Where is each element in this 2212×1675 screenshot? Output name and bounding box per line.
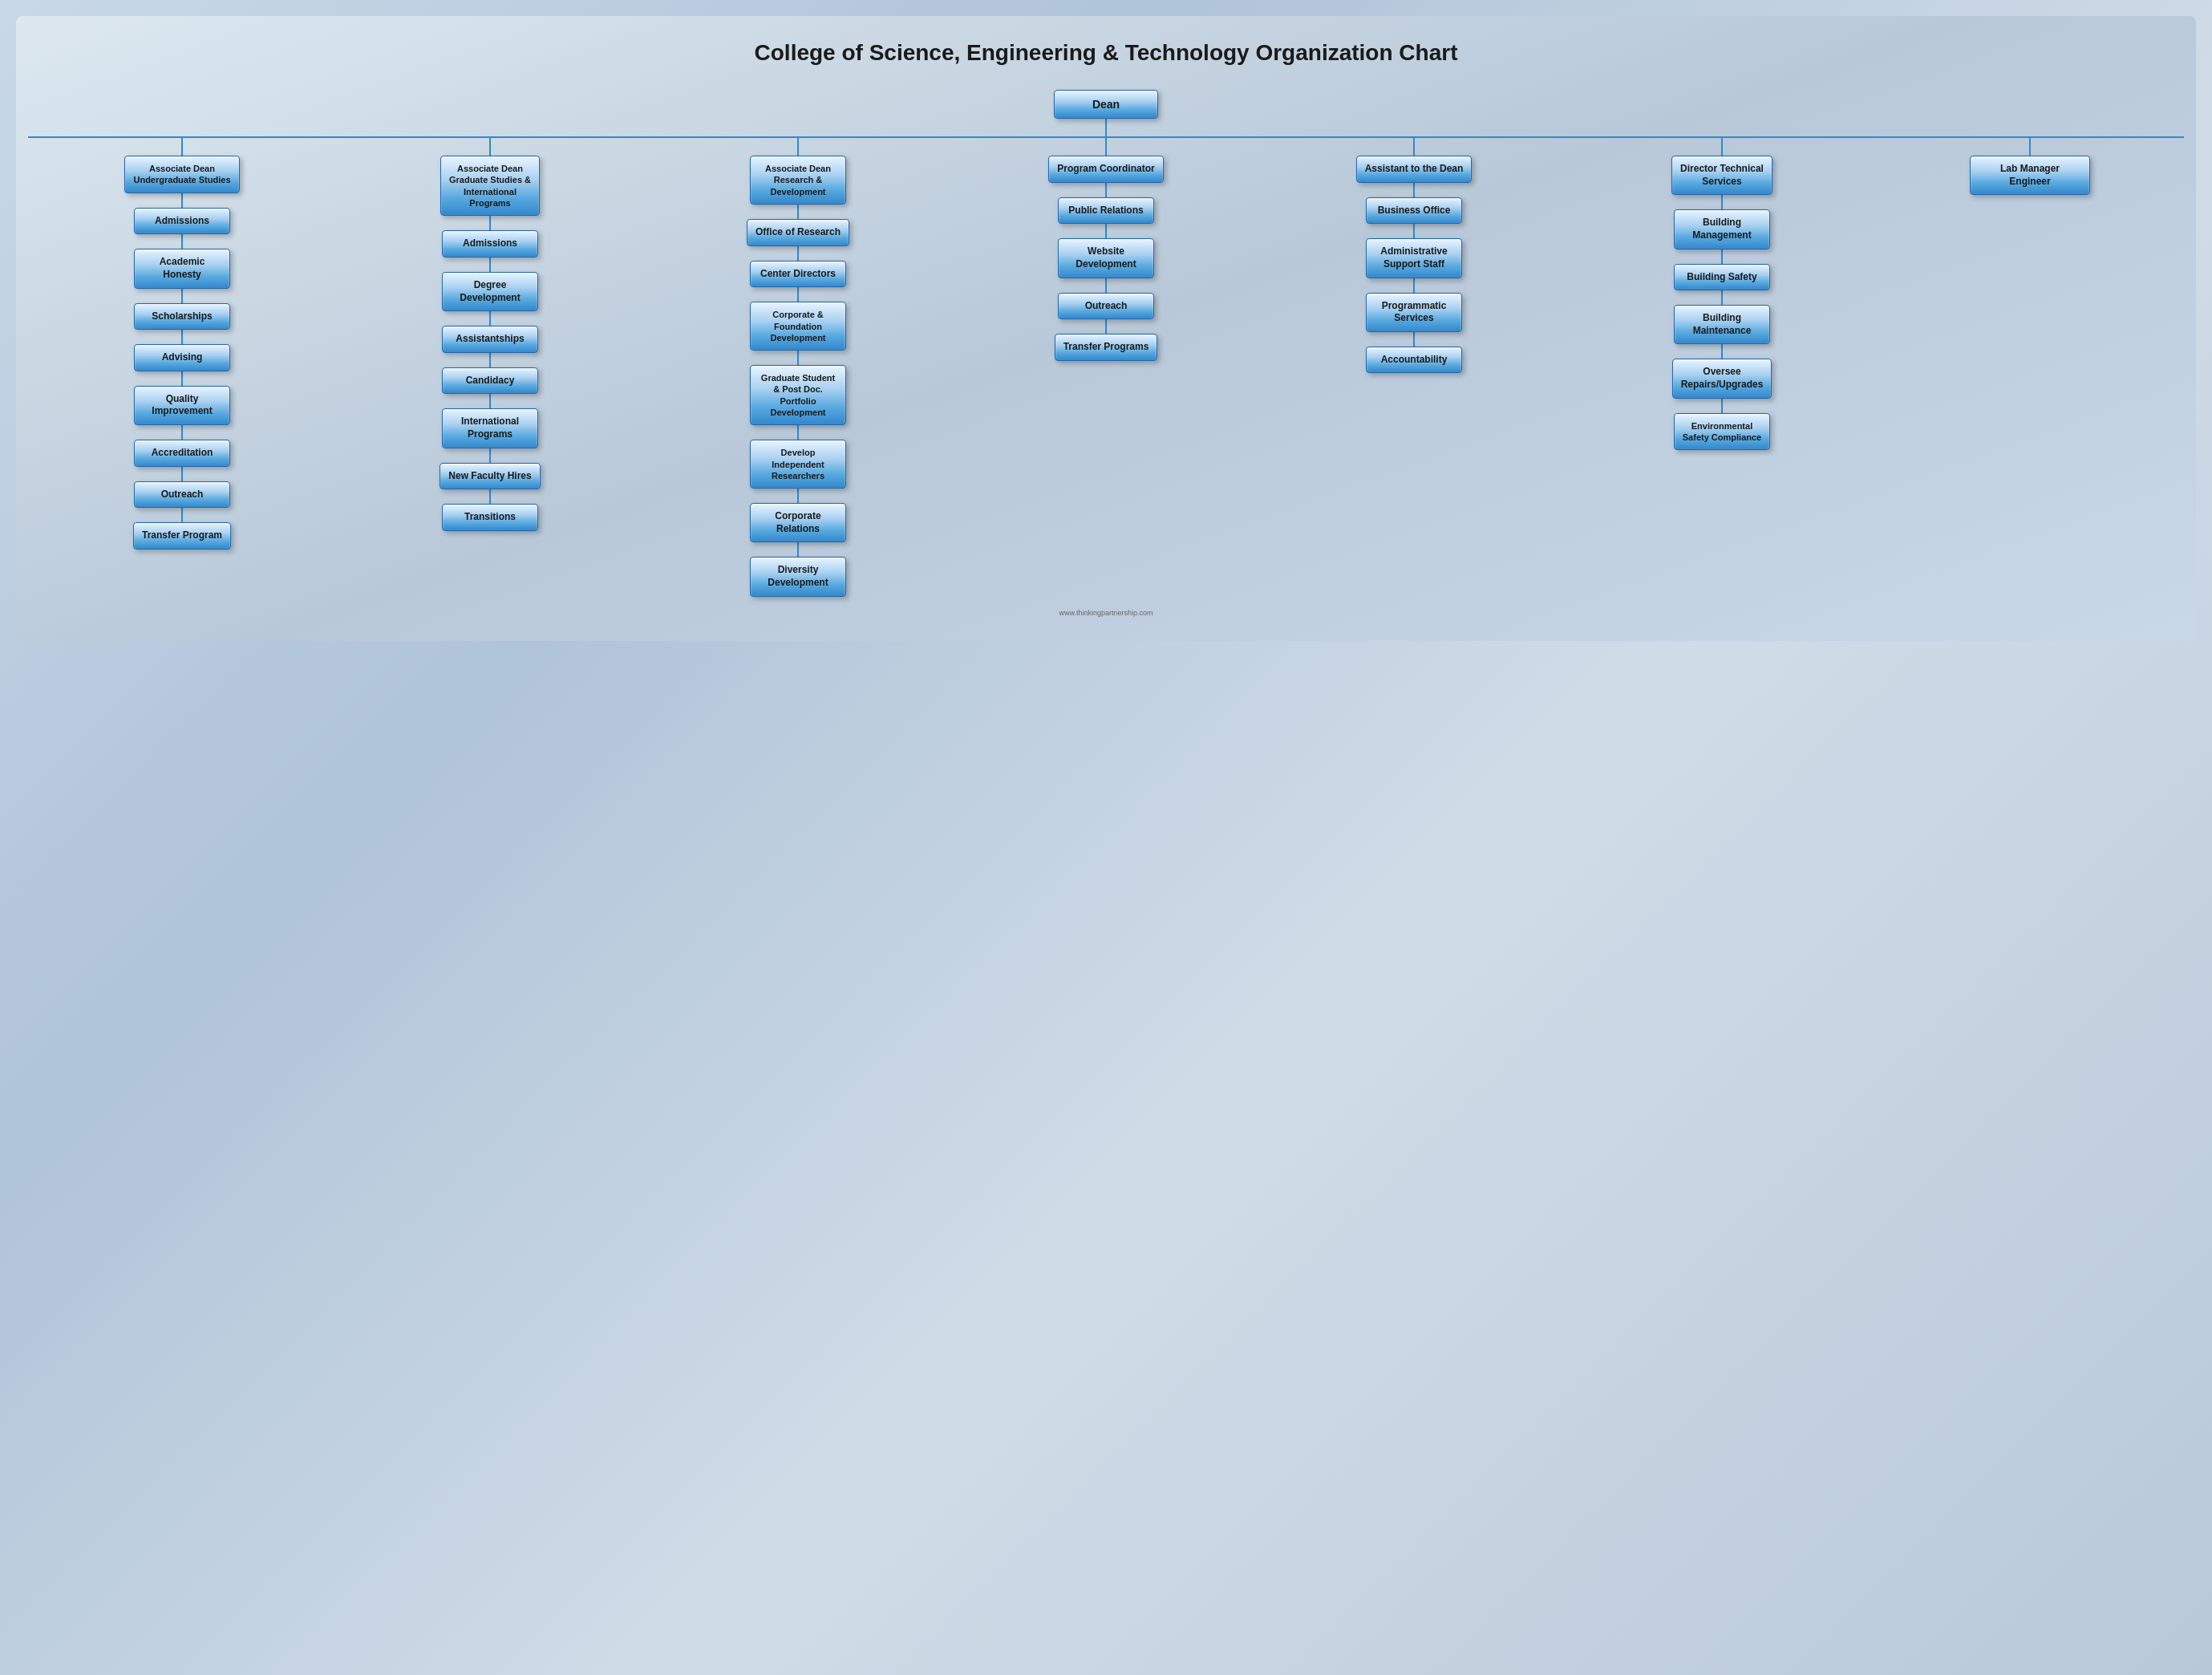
col-assistant-dean: Assistant to the Dean Business Office Ad… (1260, 138, 1568, 596)
node-corporate-foundation: Corporate &FoundationDevelopment (750, 302, 846, 351)
node-assistantships: Assistantships (442, 326, 538, 353)
node-transfer-program: Transfer Program (133, 522, 231, 550)
node-env-safety: EnvironmentalSafety Compliance (1674, 413, 1770, 451)
col-assoc-dean-research: Associate DeanResearch &Development Offi… (644, 138, 952, 596)
node-academic-honesty: AcademicHonesty (134, 249, 230, 288)
node-new-faculty-hires: New Faculty Hires (440, 463, 540, 490)
node-admissions-1: Admissions (134, 208, 230, 235)
node-assoc-dean-grad: Associate DeanGraduate Studies &Internat… (440, 156, 540, 216)
node-grad-student-portfolio: Graduate Student& Post Doc.PortfolioDeve… (750, 365, 846, 425)
node-building-maintenance: BuildingMaintenance (1674, 305, 1770, 344)
node-assoc-dean-research: Associate DeanResearch &Development (750, 156, 846, 205)
node-admissions-2: Admissions (442, 230, 538, 258)
node-oversee-repairs: OverseeRepairs/Upgrades (1672, 359, 1772, 398)
node-outreach-1: Outreach (134, 481, 230, 509)
node-assistant-dean: Assistant to the Dean (1356, 156, 1473, 183)
node-scholarships: Scholarships (134, 303, 230, 331)
node-lab-manager: Lab Manager Engineer (1970, 156, 2090, 195)
node-international-programs: InternationalPrograms (442, 408, 538, 448)
node-program-coordinator: Program Coordinator (1048, 156, 1163, 183)
node-candidacy: Candidacy (442, 367, 538, 395)
footer: www.thinkingpartnership.com (28, 609, 2184, 617)
node-director-technical: Director TechnicalServices (1671, 156, 1772, 195)
node-accreditation: Accreditation (134, 440, 230, 467)
node-outreach-2: Outreach (1058, 293, 1154, 320)
node-center-directors: Center Directors (750, 261, 846, 288)
col-program-coordinator: Program Coordinator Public Relations Web… (952, 138, 1260, 596)
col-lab-manager: Lab Manager Engineer (1876, 138, 2184, 596)
node-business-office: Business Office (1366, 197, 1462, 225)
page-title: College of Science, Engineering & Techno… (28, 32, 2184, 66)
col-associate-dean-grad: Associate DeanGraduate Studies &Internat… (336, 138, 644, 596)
node-building-safety: Building Safety (1674, 264, 1770, 291)
col-director-technical: Director TechnicalServices BuildingManag… (1568, 138, 1876, 596)
col-associate-dean-undergrad: Associate DeanUndergraduate Studies Admi… (28, 138, 336, 596)
node-transfer-programs: Transfer Programs (1055, 334, 1158, 361)
node-office-of-research: Office of Research (747, 219, 849, 246)
node-building-management: BuildingManagement (1674, 209, 1770, 249)
node-accountability: Accountability (1366, 347, 1462, 374)
node-advising: Advising (134, 344, 230, 371)
node-degree-development: DegreeDevelopment (442, 272, 538, 311)
node-programmatic-services: ProgrammaticServices (1366, 293, 1462, 332)
node-quality-improvement: QualityImprovement (134, 386, 230, 425)
node-website-development: WebsiteDevelopment (1058, 238, 1154, 278)
dean-node: Dean (1054, 90, 1158, 119)
node-public-relations: Public Relations (1058, 197, 1154, 225)
node-admin-support: AdministrativeSupport Staff (1366, 238, 1462, 278)
node-develop-independent: DevelopIndependentResearchers (750, 440, 846, 489)
node-corporate-relations: CorporateRelations (750, 503, 846, 542)
node-assoc-dean-undergrad: Associate DeanUndergraduate Studies (124, 156, 239, 193)
node-diversity-development: DiversityDevelopment (750, 557, 846, 596)
org-chart: Dean Associate DeanUndergraduate Studies… (28, 90, 2184, 597)
dean-v-connector (1105, 119, 1107, 136)
node-transitions: Transitions (442, 504, 538, 531)
columns-wrapper: Associate DeanUndergraduate Studies Admi… (28, 138, 2184, 596)
